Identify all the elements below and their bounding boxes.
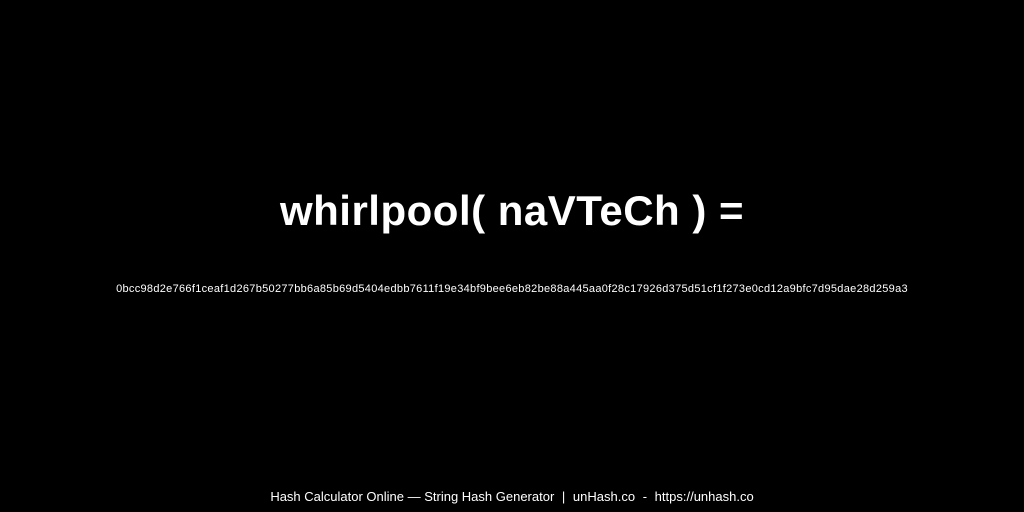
footer-url: https://unhash.co (655, 489, 754, 504)
hash-output: 0bcc98d2e766f1ceaf1d267b50277bb6a85b69d5… (116, 283, 908, 295)
footer-separator: | (562, 489, 565, 504)
footer-separator: - (643, 489, 647, 504)
footer-title: Hash Calculator Online — String Hash Gen… (270, 489, 554, 504)
footer-site-name: unHash.co (573, 489, 635, 504)
hash-expression: whirlpool( naVTeCh ) = (280, 187, 744, 235)
footer: Hash Calculator Online — String Hash Gen… (0, 489, 1024, 504)
main-content: whirlpool( naVTeCh ) = 0bcc98d2e766f1cea… (0, 187, 1024, 295)
